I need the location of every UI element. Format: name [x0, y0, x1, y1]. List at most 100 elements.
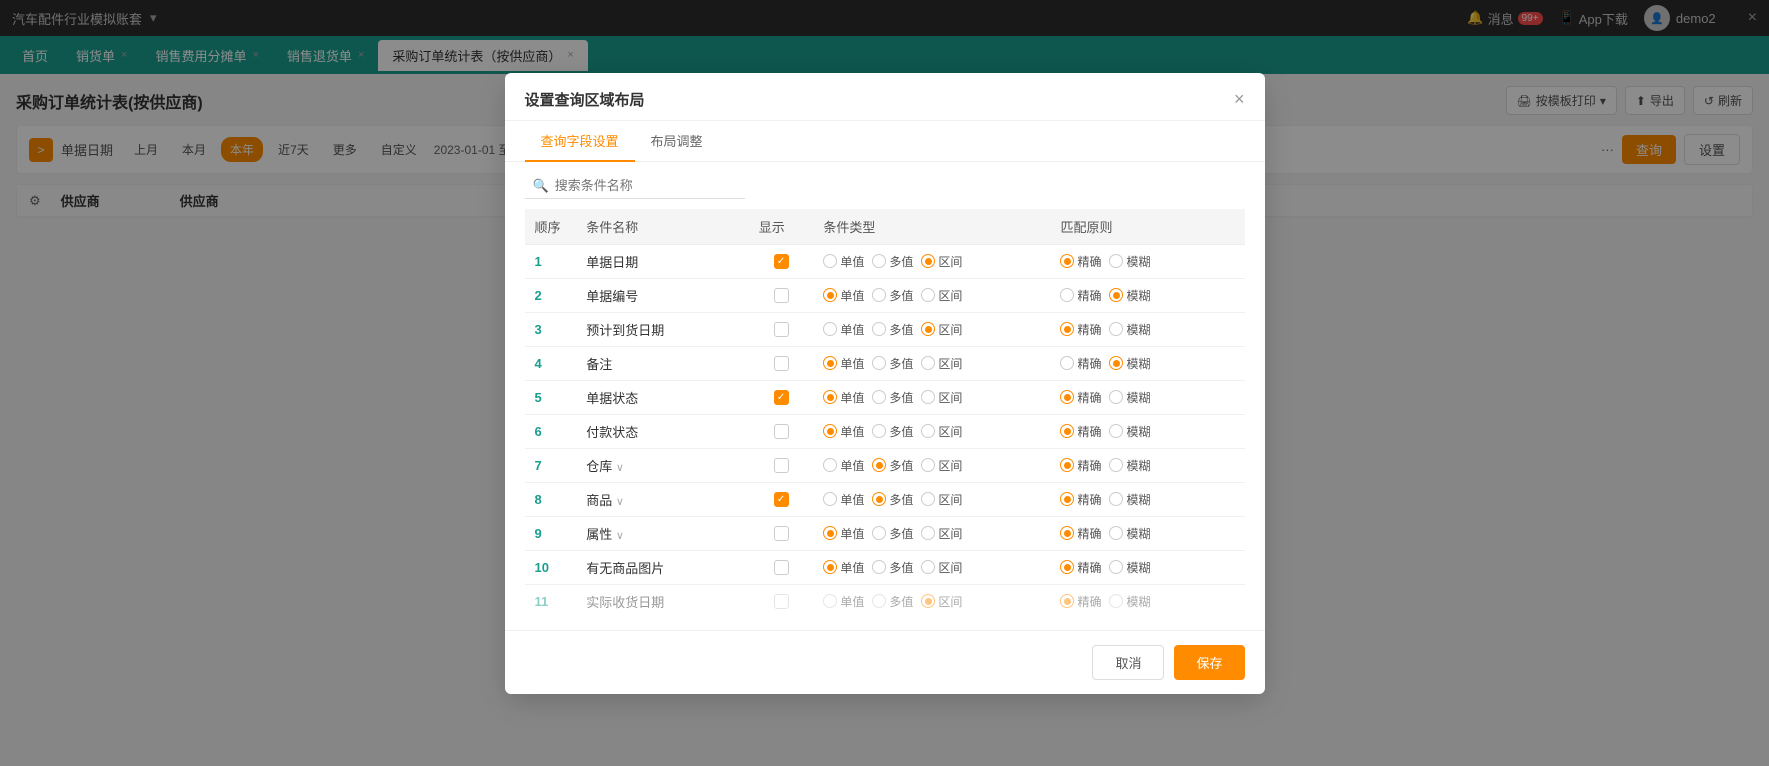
type-radio-item[interactable]: 多值 [872, 287, 913, 304]
radio-label: 单值 [840, 457, 864, 474]
match-radio-item[interactable]: 模糊 [1109, 355, 1150, 372]
show-checkbox[interactable] [774, 356, 789, 371]
radio-label: 多值 [889, 593, 913, 610]
show-checkbox[interactable] [774, 458, 789, 473]
type-radio-item[interactable]: 区间 [921, 423, 962, 440]
type-radio-item[interactable]: 区间 [921, 389, 962, 406]
show-checkbox[interactable] [774, 322, 789, 337]
cell-order: 2 [525, 278, 577, 312]
type-radio-item[interactable]: 单值 [823, 253, 864, 270]
type-radio-item[interactable]: 多值 [872, 593, 913, 610]
radio-label: 模糊 [1126, 253, 1150, 270]
match-radio-item[interactable]: 模糊 [1109, 253, 1150, 270]
radio-circle [1109, 560, 1123, 574]
match-radio-item[interactable]: 精确 [1060, 389, 1101, 406]
type-radio-item[interactable]: 单值 [823, 287, 864, 304]
dropdown-icon[interactable]: ∨ [616, 530, 624, 542]
type-radio-item[interactable]: 多值 [872, 559, 913, 576]
type-radio-item[interactable]: 多值 [872, 457, 913, 474]
match-radio-item[interactable]: 模糊 [1109, 525, 1150, 542]
cell-name: 单据状态 [576, 380, 748, 414]
match-radio-item[interactable]: 精确 [1060, 423, 1101, 440]
cell-match: 精确模糊 [1050, 550, 1244, 584]
match-radio-item[interactable]: 模糊 [1109, 423, 1150, 440]
match-radio-item[interactable]: 模糊 [1109, 287, 1150, 304]
match-radio-item[interactable]: 精确 [1060, 253, 1101, 270]
type-radio-item[interactable]: 区间 [921, 287, 962, 304]
show-checkbox[interactable] [774, 288, 789, 303]
type-radio-item[interactable]: 区间 [921, 457, 962, 474]
type-radio-item[interactable]: 多值 [872, 423, 913, 440]
show-checkbox[interactable] [774, 594, 789, 609]
dropdown-icon[interactable]: ∨ [616, 496, 624, 508]
type-radio-item[interactable]: 多值 [872, 491, 913, 508]
match-radio-item[interactable]: 模糊 [1109, 559, 1150, 576]
radio-label: 单值 [840, 593, 864, 610]
dialog-tab-layout[interactable]: 布局调整 [635, 121, 719, 162]
type-radio-item[interactable]: 单值 [823, 423, 864, 440]
radio-label: 区间 [938, 423, 962, 440]
type-radio-item[interactable]: 单值 [823, 457, 864, 474]
radio-label: 区间 [938, 593, 962, 610]
show-checkbox[interactable] [774, 526, 789, 541]
radio-circle [1060, 458, 1074, 472]
radio-circle [921, 254, 935, 268]
match-radio-item[interactable]: 精确 [1060, 457, 1101, 474]
type-radio-item[interactable]: 多值 [872, 525, 913, 542]
dropdown-icon[interactable]: ∨ [616, 462, 624, 474]
dialog-tabs: 查询字段设置 布局调整 [505, 121, 1265, 162]
search-input[interactable] [555, 178, 735, 193]
show-checkbox[interactable] [774, 254, 789, 269]
type-radio-item[interactable]: 单值 [823, 491, 864, 508]
match-radio-item[interactable]: 精确 [1060, 525, 1101, 542]
radio-circle [921, 288, 935, 302]
radio-label: 单值 [840, 559, 864, 576]
match-radio-item[interactable]: 模糊 [1109, 457, 1150, 474]
radio-circle [823, 424, 837, 438]
show-checkbox[interactable] [774, 560, 789, 575]
type-radio-item[interactable]: 单值 [823, 321, 864, 338]
dialog-tab-query-fields[interactable]: 查询字段设置 [525, 121, 635, 162]
match-radio-item[interactable]: 模糊 [1109, 389, 1150, 406]
type-radio-item[interactable]: 区间 [921, 491, 962, 508]
show-checkbox[interactable] [774, 492, 789, 507]
cell-match: 精确模糊 [1050, 516, 1244, 550]
match-radio-item[interactable]: 精确 [1060, 321, 1101, 338]
match-radio-item[interactable]: 精确 [1060, 491, 1101, 508]
dialog-close-button[interactable]: × [1234, 90, 1245, 108]
show-checkbox[interactable] [774, 424, 789, 439]
th-show: 显示 [749, 209, 814, 245]
match-radio-item[interactable]: 精确 [1060, 287, 1101, 304]
radio-label: 模糊 [1126, 389, 1150, 406]
save-button[interactable]: 保存 [1174, 645, 1244, 680]
type-radio-item[interactable]: 区间 [921, 593, 962, 610]
show-checkbox[interactable] [774, 390, 789, 405]
cancel-button[interactable]: 取消 [1092, 645, 1164, 680]
match-radio-item[interactable]: 精确 [1060, 593, 1101, 610]
type-radio-item[interactable]: 区间 [921, 355, 962, 372]
table-row: 5单据状态单值多值区间精确模糊 [525, 380, 1245, 414]
type-radio-item[interactable]: 区间 [921, 525, 962, 542]
match-radio-item[interactable]: 模糊 [1109, 321, 1150, 338]
match-radio-item[interactable]: 精确 [1060, 559, 1101, 576]
type-radio-item[interactable]: 单值 [823, 525, 864, 542]
type-radio-item[interactable]: 多值 [872, 321, 913, 338]
type-radio-item[interactable]: 单值 [823, 389, 864, 406]
type-radio-item[interactable]: 区间 [921, 253, 962, 270]
cell-name: 实际收货日期 [576, 584, 748, 618]
match-radio-item[interactable]: 精确 [1060, 355, 1101, 372]
type-radio-item[interactable]: 单值 [823, 355, 864, 372]
type-radio-item[interactable]: 多值 [872, 389, 913, 406]
type-radio-item[interactable]: 单值 [823, 559, 864, 576]
table-row: 3预计到货日期单值多值区间精确模糊 [525, 312, 1245, 346]
type-radio-item[interactable]: 单值 [823, 593, 864, 610]
match-radio-item[interactable]: 模糊 [1109, 491, 1150, 508]
match-radio-item[interactable]: 模糊 [1109, 593, 1150, 610]
type-radio-item[interactable]: 区间 [921, 559, 962, 576]
cell-type: 单值多值区间 [813, 278, 1050, 312]
type-radio-item[interactable]: 多值 [872, 355, 913, 372]
cell-name: 商品 ∨ [576, 482, 748, 516]
cell-show [749, 244, 814, 278]
type-radio-item[interactable]: 多值 [872, 253, 913, 270]
type-radio-item[interactable]: 区间 [921, 321, 962, 338]
